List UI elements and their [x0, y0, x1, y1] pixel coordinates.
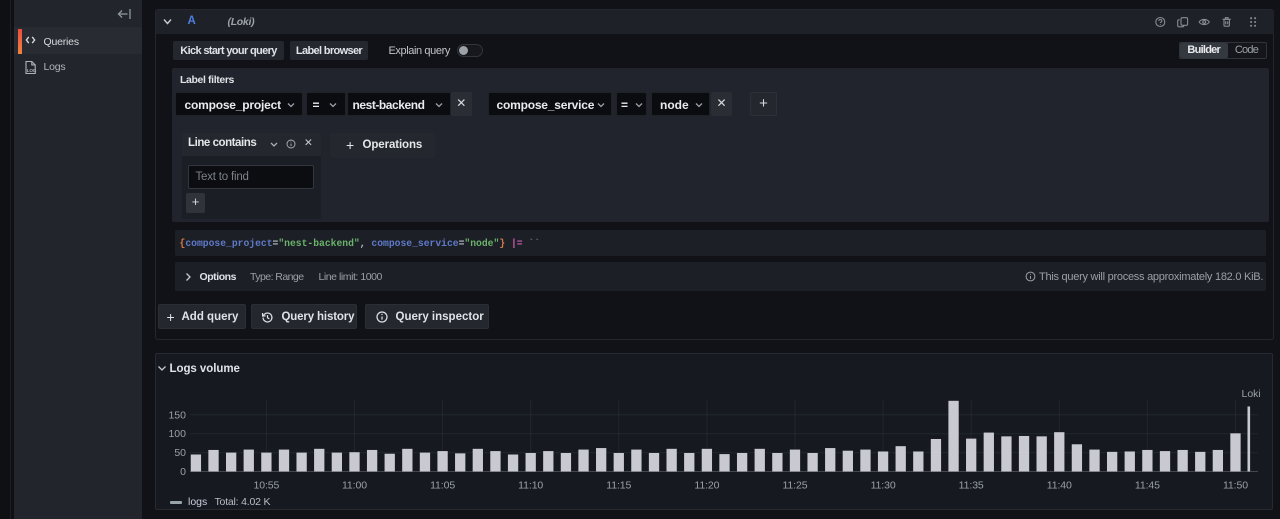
svg-text:11:40: 11:40 — [1047, 480, 1072, 492]
svg-text:50: 50 — [174, 447, 186, 459]
svg-text:11:25: 11:25 — [782, 480, 807, 492]
svg-text:10:55: 10:55 — [253, 480, 279, 492]
svg-text:11:35: 11:35 — [959, 480, 984, 492]
svg-text:0: 0 — [180, 466, 186, 478]
svg-text:11:15: 11:15 — [606, 480, 631, 492]
svg-text:11:05: 11:05 — [430, 480, 455, 492]
svg-text:11:20: 11:20 — [694, 480, 719, 492]
svg-text:100: 100 — [168, 428, 186, 440]
svg-text:11:00: 11:00 — [342, 480, 367, 492]
svg-text:11:45: 11:45 — [1135, 480, 1160, 492]
svg-text:11:10: 11:10 — [518, 480, 543, 492]
svg-text:150: 150 — [168, 409, 186, 421]
svg-text:11:30: 11:30 — [871, 480, 896, 492]
svg-text:LOG: LOG — [27, 68, 37, 73]
svg-text:11:50: 11:50 — [1223, 480, 1248, 492]
